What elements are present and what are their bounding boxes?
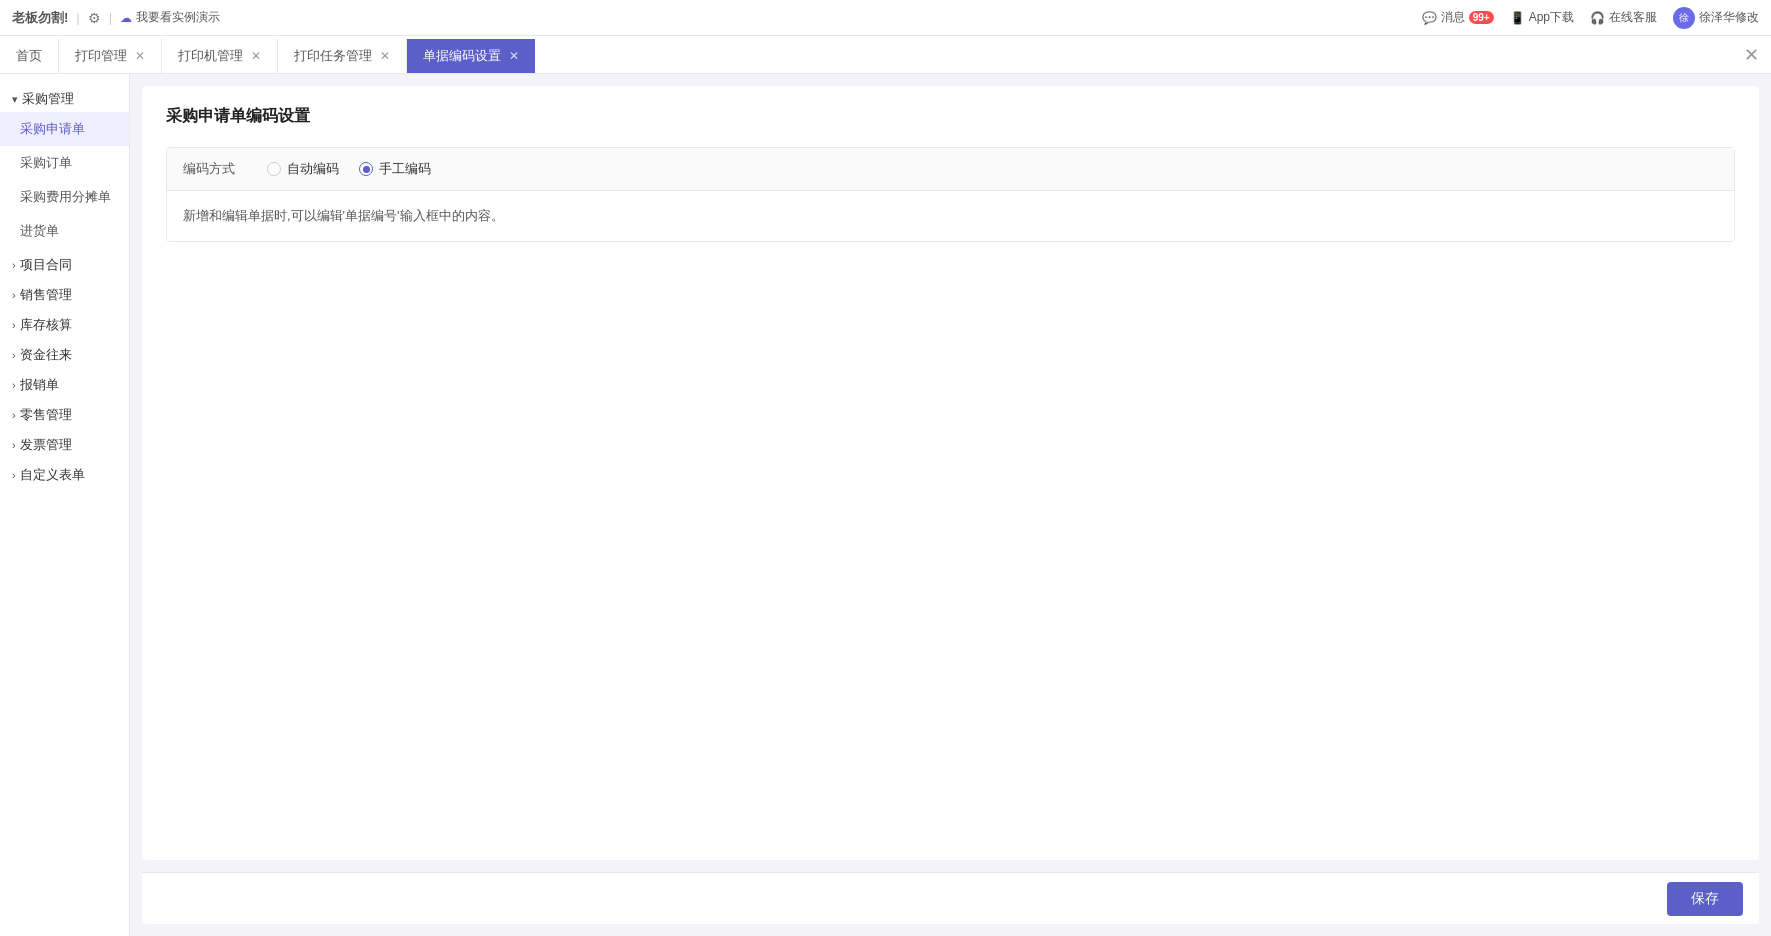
- sidebar-item-stock-in[interactable]: 进货单: [0, 214, 129, 248]
- tab-single-code-label: 单据编码设置: [423, 47, 501, 65]
- coding-row: 编码方式 自动编码 手工编码: [167, 148, 1734, 191]
- sidebar-item-purchase-request[interactable]: 采购申请单: [0, 112, 129, 146]
- sidebar: ▾ 采购管理 采购申请单 采购订单 采购费用分摊单 进货单 › 项目合同 › 销…: [0, 74, 130, 936]
- coding-label: 编码方式: [183, 160, 243, 178]
- tab-printer-mgmt-label: 打印机管理: [178, 47, 243, 65]
- sidebar-group-invoice[interactable]: › 发票管理: [0, 428, 129, 458]
- radio-auto-circle: [267, 162, 281, 176]
- username: 徐泽华修改: [1699, 9, 1759, 26]
- tab-print-mgmt-label: 打印管理: [75, 47, 127, 65]
- purchase-group-label: 采购管理: [22, 90, 74, 108]
- message-badge: 99+: [1469, 11, 1494, 24]
- custom-arrow: ›: [12, 469, 16, 481]
- radio-group: 自动编码 手工编码: [267, 160, 431, 178]
- app-icon: 📱: [1510, 11, 1525, 25]
- tab-single-code-close[interactable]: ✕: [509, 49, 519, 63]
- tab-printer-mgmt[interactable]: 打印机管理 ✕: [162, 39, 278, 73]
- tab-home[interactable]: 首页: [0, 39, 59, 73]
- top-bar: 老板勿割! | ⚙ | ☁ 我要看实例演示 💬 消息 99+ 📱 App下载 🎧…: [0, 0, 1771, 36]
- sidebar-group-funds[interactable]: › 资金往来: [0, 338, 129, 368]
- app-download-action[interactable]: 📱 App下载: [1510, 9, 1574, 26]
- online-service-action[interactable]: 🎧 在线客服: [1590, 9, 1657, 26]
- message-label: 消息: [1441, 9, 1465, 26]
- sidebar-item-purchase-expense[interactable]: 采购费用分摊单: [0, 180, 129, 214]
- top-bar-right: 💬 消息 99+ 📱 App下载 🎧 在线客服 徐 徐泽华修改: [1422, 7, 1759, 29]
- app-download-label: App下载: [1529, 9, 1574, 26]
- sidebar-item-purchase-expense-label: 采购费用分摊单: [20, 189, 111, 204]
- sales-arrow: ›: [12, 289, 16, 301]
- footer-bar: 保存: [142, 872, 1759, 924]
- top-bar-left: 老板勿割! | ⚙ | ☁ 我要看实例演示: [12, 9, 220, 27]
- tab-bar-close-all[interactable]: ✕: [1744, 44, 1771, 66]
- radio-manual-circle: [359, 162, 373, 176]
- inventory-group-label: 库存核算: [20, 316, 72, 334]
- tab-print-task-label: 打印任务管理: [294, 47, 372, 65]
- project-arrow: ›: [12, 259, 16, 271]
- returns-group-label: 报销单: [20, 376, 59, 394]
- tab-bar: 首页 打印管理 ✕ 打印机管理 ✕ 打印任务管理 ✕ 单据编码设置 ✕ ✕: [0, 36, 1771, 74]
- avatar: 徐: [1673, 7, 1695, 29]
- radio-manual[interactable]: 手工编码: [359, 160, 431, 178]
- inventory-arrow: ›: [12, 319, 16, 331]
- tab-print-task[interactable]: 打印任务管理 ✕: [278, 39, 407, 73]
- coding-section: 编码方式 自动编码 手工编码 新增和编辑单据时,可以编辑'单据编号'输入框中的内…: [166, 147, 1735, 242]
- tab-print-mgmt[interactable]: 打印管理 ✕: [59, 39, 162, 73]
- sidebar-item-purchase-request-label: 采购申请单: [20, 121, 85, 136]
- sidebar-group-returns[interactable]: › 报销单: [0, 368, 129, 398]
- tab-print-mgmt-close[interactable]: ✕: [135, 49, 145, 63]
- funds-group-label: 资金往来: [20, 346, 72, 364]
- sidebar-group-project[interactable]: › 项目合同: [0, 248, 129, 278]
- invoice-group-label: 发票管理: [20, 436, 72, 454]
- sidebar-group-custom[interactable]: › 自定义表单: [0, 458, 129, 488]
- user-profile[interactable]: 徐 徐泽华修改: [1673, 7, 1759, 29]
- content-inner: 采购申请单编码设置 编码方式 自动编码 手工编码: [142, 86, 1759, 860]
- tab-printer-mgmt-close[interactable]: ✕: [251, 49, 261, 63]
- sidebar-item-purchase-order-label: 采购订单: [20, 155, 72, 170]
- cloud-icon: ☁: [120, 11, 132, 25]
- top-divider: |: [76, 10, 79, 25]
- tab-single-code[interactable]: 单据编码设置 ✕: [407, 39, 535, 73]
- sidebar-group-sales[interactable]: › 销售管理: [0, 278, 129, 308]
- radio-auto-label: 自动编码: [287, 160, 339, 178]
- tab-home-label: 首页: [16, 47, 42, 65]
- message-icon: 💬: [1422, 11, 1437, 25]
- sales-group-label: 销售管理: [20, 286, 72, 304]
- page-title: 采购申请单编码设置: [166, 106, 1735, 127]
- content-area: 采购申请单编码设置 编码方式 自动编码 手工编码: [130, 74, 1771, 936]
- settings-icon[interactable]: ⚙: [88, 10, 101, 26]
- retail-arrow: ›: [12, 409, 16, 421]
- sidebar-group-retail[interactable]: › 零售管理: [0, 398, 129, 428]
- logo: 老板勿割!: [12, 9, 68, 27]
- sidebar-item-purchase-order[interactable]: 采购订单: [0, 146, 129, 180]
- sidebar-group-inventory[interactable]: › 库存核算: [0, 308, 129, 338]
- returns-arrow: ›: [12, 379, 16, 391]
- sidebar-group-purchase[interactable]: ▾ 采购管理: [0, 82, 129, 112]
- sidebar-item-stock-in-label: 进货单: [20, 223, 59, 238]
- project-group-label: 项目合同: [20, 256, 72, 274]
- retail-group-label: 零售管理: [20, 406, 72, 424]
- custom-group-label: 自定义表单: [20, 466, 85, 484]
- top-divider2: |: [109, 10, 112, 25]
- hint-text: 新增和编辑单据时,可以编辑'单据编号'输入框中的内容。: [167, 191, 1734, 241]
- radio-auto[interactable]: 自动编码: [267, 160, 339, 178]
- tab-print-task-close[interactable]: ✕: [380, 49, 390, 63]
- headset-icon: 🎧: [1590, 11, 1605, 25]
- radio-manual-label: 手工编码: [379, 160, 431, 178]
- main-layout: ▾ 采购管理 采购申请单 采购订单 采购费用分摊单 进货单 › 项目合同 › 销…: [0, 74, 1771, 936]
- save-button[interactable]: 保存: [1667, 882, 1743, 916]
- invoice-arrow: ›: [12, 439, 16, 451]
- demo-link[interactable]: ☁ 我要看实例演示: [120, 9, 220, 26]
- online-service-label: 在线客服: [1609, 9, 1657, 26]
- purchase-arrow: ▾: [12, 93, 18, 106]
- funds-arrow: ›: [12, 349, 16, 361]
- message-action[interactable]: 💬 消息 99+: [1422, 9, 1494, 26]
- demo-label: 我要看实例演示: [136, 9, 220, 26]
